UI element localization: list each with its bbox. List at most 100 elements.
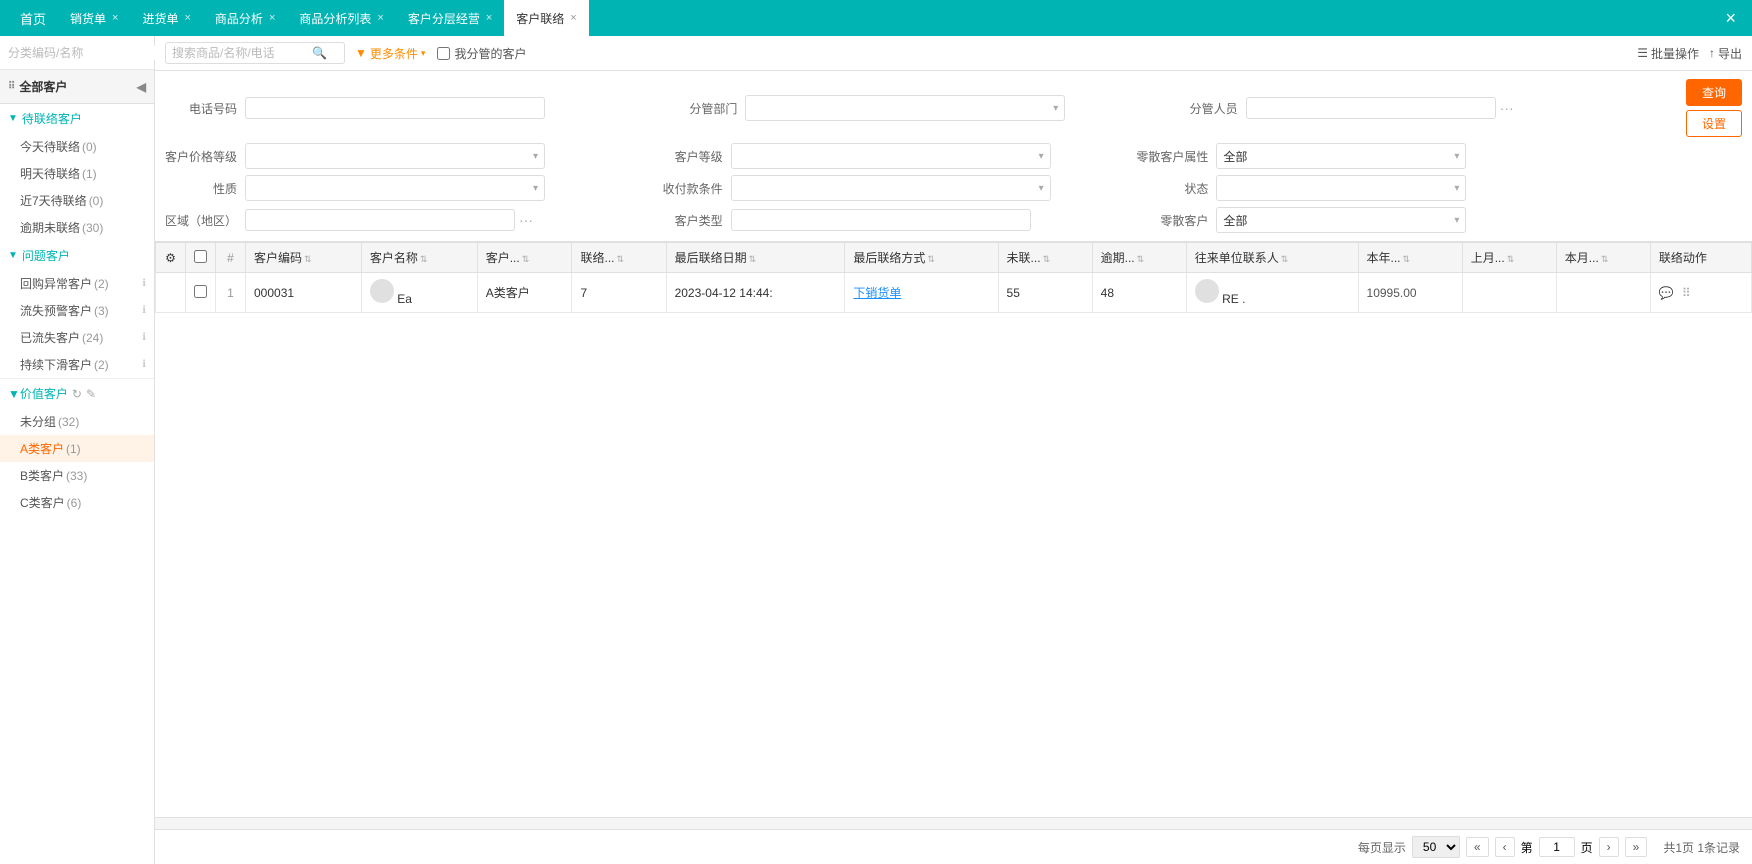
region-input[interactable] [245,209,515,231]
settings-button[interactable]: 设置 [1686,110,1742,137]
nature-select[interactable]: ▾ [245,175,545,201]
payment-select[interactable]: ▾ [731,175,1051,201]
edit-icon[interactable]: ✎ [86,387,96,401]
dept-select[interactable]: ▾ [745,95,1065,121]
num-header: # [216,243,246,273]
sidebar-item-churn-warning[interactable]: 流失预警客户 (3) ℹ [0,297,154,324]
nav-home[interactable]: 首页 [8,0,58,36]
gear-header[interactable]: ⚙ [156,243,186,273]
contact-header[interactable]: 联络...⇅ [572,243,666,273]
row-this-year: 10995.00 [1358,273,1462,313]
not-contact-header[interactable]: 未联...⇅ [998,243,1092,273]
nav-tab-goods-list[interactable]: 商品分析列表 × [287,0,395,36]
filter-icon: ▼ [355,46,367,60]
status-select[interactable]: ▾ [1216,175,1466,201]
sort-icon12: ⇅ [1601,254,1609,264]
type-header[interactable]: 客户...⇅ [477,243,572,273]
sidebar-item-unclassified[interactable]: 未分组 (32) [0,408,154,435]
query-button[interactable]: 查询 [1686,79,1742,106]
region-dots-button[interactable]: ··· [519,212,533,228]
this-month-header[interactable]: 本月...⇅ [1556,243,1650,273]
nav-tab-sales[interactable]: 销货单 × [58,0,130,36]
nav-tab-customer-segment[interactable]: 客户分层经营 × [396,0,504,36]
batch-operation-button[interactable]: ☰ 批量操作 [1637,45,1699,62]
last-page-button[interactable]: » [1625,837,1648,857]
sidebar-item-declining[interactable]: 持续下滑客户 (2) ℹ [0,351,154,378]
sort-icon: ⇅ [304,254,312,264]
status-filter: 状态 ▾ [1136,175,1622,201]
last-month-header[interactable]: 上月...⇅ [1462,243,1556,273]
nav-tab-goods-analysis[interactable]: 商品分析 × [203,0,287,36]
this-year-header[interactable]: 本年...⇅ [1358,243,1462,273]
overdue-header[interactable]: 逾期...⇅ [1092,243,1186,273]
sidebar-item-b-class[interactable]: B类客户 (33) [0,462,154,489]
search-box[interactable]: 🔍 [165,42,345,64]
search-icon[interactable]: 🔍 [312,46,327,60]
close-goods-tab[interactable]: × [269,12,275,24]
row-checkbox-cell[interactable] [186,273,216,313]
section-pending-contact[interactable]: ▼ 待联络客户 [0,104,154,133]
select-all-checkbox[interactable] [194,250,207,263]
name-header[interactable]: 客户名称⇅ [361,243,477,273]
close-contact-tab[interactable]: × [570,12,576,24]
customer-type-input[interactable] [731,209,1031,231]
export-button[interactable]: ↑ 导出 [1709,45,1742,62]
sidebar-search-input[interactable] [8,46,163,60]
unit-contact-header[interactable]: 往来单位联系人⇅ [1186,243,1358,273]
sidebar-item-7days-contact[interactable]: 近7天待联络 (0) [0,187,154,214]
more-icon[interactable]: ⠿ [1682,286,1691,300]
retail-attr-select[interactable]: 全部 ▾ [1216,143,1466,169]
page-input[interactable] [1539,837,1575,857]
customer-grade-select[interactable]: ▾ [731,143,1051,169]
manager-input[interactable] [1246,97,1496,119]
manager-dots-button[interactable]: ··· [1500,100,1514,116]
prev-page-button[interactable]: ‹ [1495,837,1515,857]
search-input[interactable] [172,46,312,60]
sidebar-item-a-class[interactable]: A类客户 (1) [0,435,154,462]
last-method-header[interactable]: 最后联络方式⇅ [845,243,998,273]
price-grade-label: 客户价格等级 [165,148,245,165]
my-customers-checkbox[interactable] [437,47,450,60]
refresh-icon[interactable]: ↻ [72,387,82,401]
phone-input[interactable] [245,97,545,119]
sidebar-item-overdue-contact[interactable]: 逾期未联络 (30) [0,214,154,241]
price-grade-select[interactable]: ▾ [245,143,545,169]
collapse-sidebar-icon[interactable]: ◀ [137,80,146,94]
code-header[interactable]: 客户编码⇅ [246,243,362,273]
nav-tab-purchase[interactable]: 进货单 × [130,0,202,36]
section-value-customers[interactable]: ▼ 价值客户 ↻ ✎ [0,378,154,408]
export-icon: ↑ [1709,46,1715,60]
first-page-button[interactable]: « [1466,837,1489,857]
sidebar-item-tomorrow-contact[interactable]: 明天待联络 (1) [0,160,154,187]
close-segment-tab[interactable]: × [486,12,492,24]
check-header[interactable] [186,243,216,273]
dept-filter: 分管部门 ▾ [665,95,1165,121]
sidebar: 🔍 ⠿ 全部客户 ◀ ▼ 待联络客户 今天待联络 (0) 明天待联络 (1) 近… [0,36,155,864]
row-checkbox[interactable] [194,285,207,298]
chat-icon[interactable]: 💬 [1659,286,1674,300]
sidebar-item-today-contact[interactable]: 今天待联络 (0) [0,133,154,160]
row-last-method[interactable]: 下销货单 [845,273,998,313]
payment-filter: 收付款条件 ▾ [651,175,1137,201]
retail-attr-label: 零散客户属性 [1136,148,1216,165]
section-problem-customers[interactable]: ▼ 问题客户 [0,241,154,270]
sidebar-item-churned[interactable]: 已流失客户 (24) ℹ [0,324,154,351]
filter-actions: 查询 设置 [1676,79,1742,137]
retail-customer-select[interactable]: 全部 ▾ [1216,207,1466,233]
horizontal-scrollbar[interactable] [155,817,1752,829]
next-page-button[interactable]: › [1599,837,1619,857]
sidebar-search-box[interactable]: 🔍 [0,36,154,70]
filter-panel: 电话号码 分管部门 ▾ 分管人员 ··· 查询 设置 [155,71,1752,242]
page-size-select[interactable]: 50 [1412,836,1460,858]
close-sales-tab[interactable]: × [112,12,118,24]
content-area: 🔍 ▼ 更多条件 ▾ 我分管的客户 ☰ 批量操作 ↑ 导出 [155,36,1752,864]
sidebar-item-abnormal-repurchase[interactable]: 回购异常客户 (2) ℹ [0,270,154,297]
sidebar-item-c-class[interactable]: C类客户 (6) [0,489,154,516]
close-all-button[interactable]: × [1717,8,1744,29]
last-date-header[interactable]: 最后联络日期⇅ [666,243,845,273]
close-goods-list-tab[interactable]: × [377,12,383,24]
sort-icon11: ⇅ [1507,254,1515,264]
nav-tab-customer-contact[interactable]: 客户联络 × [504,0,588,36]
more-filters-button[interactable]: ▼ 更多条件 ▾ [355,45,425,62]
close-purchase-tab[interactable]: × [184,12,190,24]
